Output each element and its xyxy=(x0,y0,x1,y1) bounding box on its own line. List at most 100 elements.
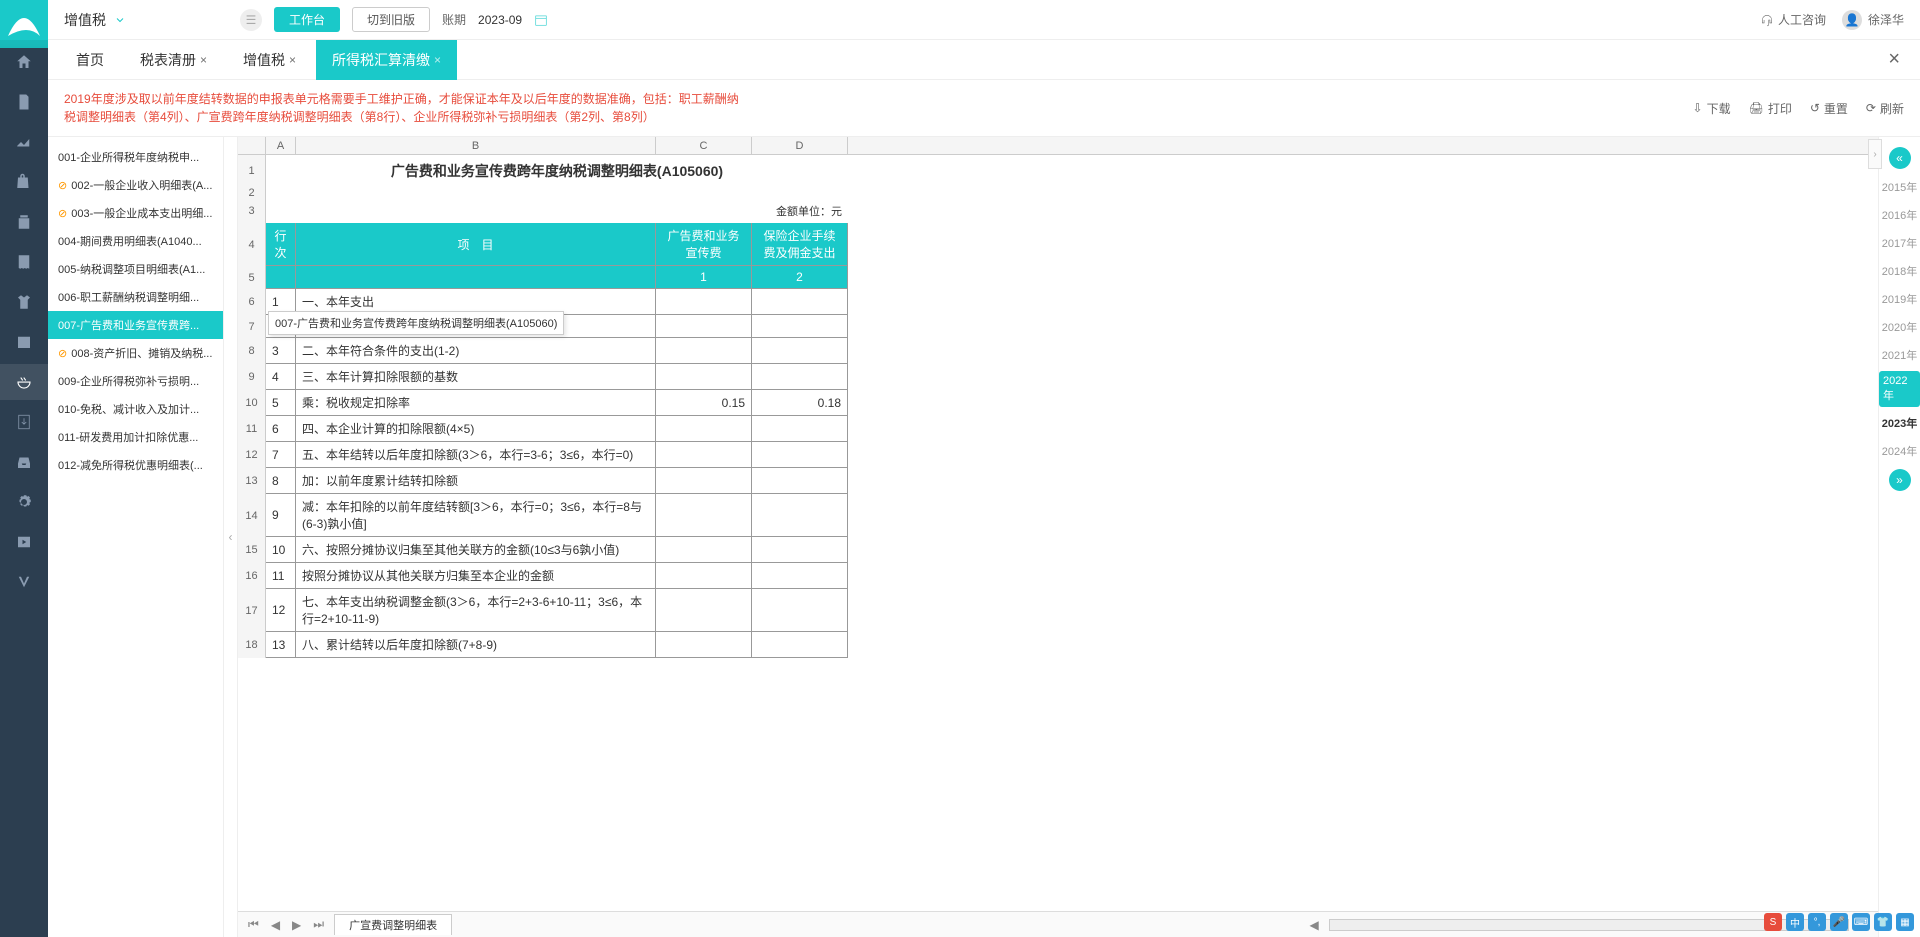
tab-close-icon[interactable]: × xyxy=(434,40,441,80)
ime-mic-icon[interactable]: 🎤 xyxy=(1830,913,1848,931)
tab-首页[interactable]: 首页 xyxy=(60,40,120,80)
collapse-handle[interactable]: ‹ xyxy=(224,137,238,937)
row-header[interactable]: 15 xyxy=(238,537,266,563)
row-header[interactable]: 13 xyxy=(238,468,266,494)
row-no[interactable]: 12 xyxy=(266,589,296,632)
row-text[interactable]: 加：以前年度累计结转扣除额 xyxy=(296,468,656,494)
row-val-d[interactable] xyxy=(752,494,848,537)
row-text[interactable]: 四、本企业计算的扣除限额(4×5) xyxy=(296,416,656,442)
grid[interactable]: 007-广告费和业务宣传费跨年度纳税调整明细表(A105060) 1广告费和业务… xyxy=(238,155,1878,911)
year-2015年[interactable]: 2015年 xyxy=(1882,175,1917,199)
tab-close-icon[interactable]: × xyxy=(289,40,296,80)
row-header[interactable]: 10 xyxy=(238,390,266,416)
breadcrumb[interactable]: 增值税 xyxy=(64,10,126,30)
col-header-b[interactable]: B xyxy=(296,137,656,154)
row-header[interactable]: 4 xyxy=(238,223,266,266)
form-item[interactable]: 010-免税、减计收入及加计... xyxy=(48,395,223,423)
th-d[interactable]: 保险企业手续费及佣金支出 xyxy=(752,223,848,266)
download-button[interactable]: ⇩ 下载 xyxy=(1693,100,1731,117)
form-item[interactable]: 011-研发费用加计扣除优惠... xyxy=(48,423,223,451)
th-num[interactable]: 1 xyxy=(656,266,752,289)
year-down[interactable]: » xyxy=(1889,469,1911,491)
year-2024年[interactable]: 2024年 xyxy=(1882,439,1917,463)
row-text[interactable]: 乘：税收规定扣除率 xyxy=(296,390,656,416)
year-2022年[interactable]: 2022年 xyxy=(1879,371,1920,407)
row-text[interactable]: 按照分摊协议从其他关联方归集至本企业的金额 xyxy=(296,563,656,589)
row-no[interactable]: 6 xyxy=(266,416,296,442)
row-val-d[interactable] xyxy=(752,442,848,468)
row-header[interactable]: 6 xyxy=(238,289,266,315)
row-val-c[interactable] xyxy=(656,563,752,589)
ime-lang-icon[interactable]: 中 xyxy=(1786,913,1804,931)
row-header[interactable]: 12 xyxy=(238,442,266,468)
row-val-d[interactable] xyxy=(752,632,848,658)
form-item[interactable]: 006-职工薪酬纳税调整明细... xyxy=(48,283,223,311)
col-header-c[interactable]: C xyxy=(656,137,752,154)
nav-inbox-icon[interactable] xyxy=(0,444,48,480)
th-c[interactable]: 广告费和业务宣传费 xyxy=(656,223,752,266)
row-text[interactable]: 三、本年计算扣除限额的基数 xyxy=(296,364,656,390)
hscroll-left[interactable]: ◀ xyxy=(1308,918,1321,932)
row-val-d[interactable] xyxy=(752,563,848,589)
row-no[interactable]: 10 xyxy=(266,537,296,563)
col-header-d[interactable]: D xyxy=(752,137,848,154)
row-val-d[interactable] xyxy=(752,416,848,442)
row-no[interactable]: 8 xyxy=(266,468,296,494)
sheet-nav-first[interactable]: ⏮ xyxy=(246,917,261,932)
row-val-d[interactable] xyxy=(752,315,848,338)
row-val-d[interactable] xyxy=(752,537,848,563)
row-text[interactable]: 七、本年支出纳税调整金额(3＞6，本行=2+3-6+10-11；3≤6，本行=2… xyxy=(296,589,656,632)
tab-close-icon[interactable]: × xyxy=(200,40,207,80)
nav-bowl-icon[interactable] xyxy=(0,364,48,400)
year-2017年[interactable]: 2017年 xyxy=(1882,231,1917,255)
nav-calendar-icon[interactable] xyxy=(0,324,48,360)
th-row[interactable]: 行次 xyxy=(266,223,296,266)
row-header[interactable]: 16 xyxy=(238,563,266,589)
refresh-button[interactable]: ⟳ 刷新 xyxy=(1866,100,1904,117)
row-val-d[interactable]: 0.18 xyxy=(752,390,848,416)
row-val-c[interactable] xyxy=(656,494,752,537)
sheet-nav-prev[interactable]: ◀ xyxy=(269,918,282,932)
support-link[interactable]: 人工咨询 xyxy=(1760,11,1826,28)
year-up[interactable]: « xyxy=(1889,147,1911,169)
th-project[interactable]: 项 目 xyxy=(296,223,656,266)
form-item[interactable]: 005-纳税调整项目明细表(A1... xyxy=(48,255,223,283)
nav-doc-icon[interactable] xyxy=(0,84,48,120)
row-header[interactable]: 1 xyxy=(238,155,266,187)
row-val-c[interactable] xyxy=(656,537,752,563)
row-text[interactable]: 五、本年结转以后年度扣除额(3＞6，本行=3-6；3≤6，本行=0) xyxy=(296,442,656,468)
row-no[interactable]: 7 xyxy=(266,442,296,468)
ime-brand-icon[interactable]: S xyxy=(1764,913,1782,931)
row-no[interactable]: 4 xyxy=(266,364,296,390)
row-header[interactable]: 17 xyxy=(238,589,266,632)
period-value[interactable]: 2023-09 xyxy=(478,13,522,27)
sheet-nav-next[interactable]: ▶ xyxy=(290,918,303,932)
form-item[interactable]: ⊘008-资产折旧、摊销及纳税... xyxy=(48,339,223,367)
row-val-c[interactable] xyxy=(656,416,752,442)
calendar-icon[interactable] xyxy=(534,13,548,27)
row-val-d[interactable] xyxy=(752,289,848,315)
year-2018年[interactable]: 2018年 xyxy=(1882,259,1917,283)
year-2020年[interactable]: 2020年 xyxy=(1882,315,1917,339)
close-all-tabs[interactable]: × xyxy=(1880,48,1908,71)
print-button[interactable]: 🖨 打印 xyxy=(1749,100,1792,117)
row-val-c[interactable] xyxy=(656,589,752,632)
ime-punct-icon[interactable]: °, xyxy=(1808,913,1826,931)
sheet-nav-last[interactable]: ⏭ xyxy=(311,917,326,932)
tab-所得税汇算清缴[interactable]: 所得税汇算清缴× xyxy=(316,40,457,80)
workbench-button[interactable]: 工作台 xyxy=(274,7,340,32)
form-item[interactable]: 001-企业所得税年度纳税申... xyxy=(48,143,223,171)
year-2021年[interactable]: 2021年 xyxy=(1882,343,1917,367)
row-val-c[interactable] xyxy=(656,338,752,364)
cell[interactable] xyxy=(656,187,752,199)
row-no[interactable]: 3 xyxy=(266,338,296,364)
row-val-c[interactable] xyxy=(656,289,752,315)
user-menu[interactable]: 👤 徐泽华 xyxy=(1842,10,1904,30)
row-header[interactable]: 5 xyxy=(238,266,266,289)
row-val-d[interactable] xyxy=(752,364,848,390)
cell[interactable] xyxy=(266,266,296,289)
form-item[interactable]: ⊘003-一般企业成本支出明细... xyxy=(48,199,223,227)
form-item[interactable]: 009-企业所得税弥补亏损明... xyxy=(48,367,223,395)
row-val-c[interactable] xyxy=(656,468,752,494)
doc-icon[interactable]: ☰ xyxy=(240,9,262,31)
